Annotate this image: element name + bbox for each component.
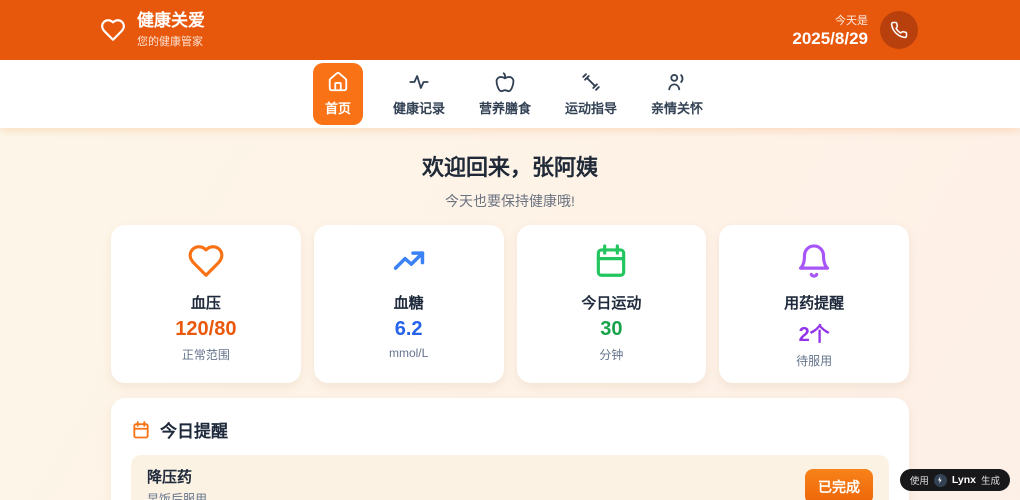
header-right: 今天是 2025/8/29	[792, 11, 918, 49]
main-nav: 首页 健康记录 营养膳食 运动指导 亲情关怀	[0, 60, 1020, 128]
calendar-icon	[597, 244, 626, 277]
brand-text: 健康关爱 您的健康管家	[137, 11, 205, 49]
tab-label: 健康记录	[392, 101, 445, 116]
app-title: 健康关爱	[137, 10, 205, 30]
stat-unit: 正常范围	[181, 348, 230, 362]
badge-brand: Lynx	[951, 474, 976, 486]
app-header: 健康关爱 您的健康管家 今天是 2025/8/29	[0, 0, 1020, 60]
stat-title: 血压	[190, 295, 221, 312]
badge-suffix: 生成	[980, 476, 1000, 487]
main-content: 欢迎回来，张阿姨 今天也要保持健康哦! 血压 120/80 正常范围 血糖 6.…	[0, 128, 1020, 500]
date-value: 2025/8/29	[792, 28, 868, 48]
heart-logo-icon	[101, 19, 125, 41]
bell-icon	[799, 244, 830, 278]
stat-cards: 血压 120/80 正常范围 血糖 6.2 mmol/L 今日运动 30 分钟 …	[111, 225, 909, 383]
stat-value: 6.2	[394, 318, 423, 340]
date-box: 今天是 2025/8/29	[792, 12, 868, 49]
phone-call-button[interactable]	[880, 11, 918, 49]
tab-family-care[interactable]: 亲情关怀	[647, 65, 707, 123]
card-blood-sugar[interactable]: 血糖 6.2 mmol/L	[313, 225, 504, 383]
phone-icon	[890, 21, 908, 39]
reminders-title: 今日提醒	[160, 422, 228, 441]
lynx-generated-badge[interactable]: 使用 Lynx 生成	[899, 469, 1010, 491]
apple-icon	[495, 72, 515, 93]
home-icon	[328, 71, 348, 92]
tab-exercise[interactable]: 运动指导	[561, 65, 621, 123]
stat-value: 30	[600, 318, 623, 340]
date-label: 今天是	[835, 14, 868, 27]
reminder-name: 降压药	[147, 469, 193, 486]
stat-value: 120/80	[175, 318, 237, 340]
tab-health-records[interactable]: 健康记录	[389, 65, 449, 123]
app-subtitle: 您的健康管家	[137, 36, 203, 49]
tab-nutrition[interactable]: 营养膳食	[475, 65, 535, 123]
stat-unit: 分钟	[599, 348, 624, 362]
heart-icon	[188, 245, 224, 277]
badge-prefix: 使用	[909, 476, 929, 487]
dumbbell-icon	[582, 73, 600, 91]
tab-label: 运动指导	[565, 101, 618, 116]
reminder-note: 早饭后服用	[147, 492, 208, 500]
health-app-page: 健康关爱 您的健康管家 今天是 2025/8/29 首页 健康记录 营养膳食 运…	[0, 0, 1020, 500]
stat-value: 2个	[798, 324, 830, 346]
stat-unit: 待服用	[796, 354, 833, 368]
users-icon	[668, 74, 684, 91]
tab-label: 首页	[324, 101, 351, 116]
welcome-title: 欢迎回来，张阿姨	[421, 155, 598, 180]
activity-icon	[409, 75, 429, 89]
stat-title: 血糖	[393, 295, 424, 312]
reminder-done-button[interactable]: 已完成	[805, 469, 873, 500]
card-exercise-today[interactable]: 今日运动 30 分钟	[516, 225, 707, 383]
app-brand: 健康关爱 您的健康管家	[100, 11, 205, 49]
tab-label: 亲情关怀	[651, 101, 704, 116]
card-medication-reminder[interactable]: 用药提醒 2个 待服用	[719, 225, 909, 383]
stat-title: 今日运动	[581, 295, 642, 312]
tab-home[interactable]: 首页	[312, 63, 363, 125]
welcome-subtitle: 今天也要保持健康哦!	[445, 193, 575, 209]
reminder-info: 降压药 早饭后服用	[147, 466, 207, 500]
card-blood-pressure[interactable]: 血压 120/80 正常范围	[111, 225, 301, 383]
stat-title: 用药提醒	[784, 295, 845, 312]
tab-label: 营养膳食	[478, 101, 531, 116]
stat-unit: mmol/L	[388, 346, 429, 360]
trending-up-icon	[393, 251, 424, 270]
lynx-logo-icon	[933, 473, 947, 487]
reminder-row: 降压药 早饭后服用 已完成	[131, 455, 889, 500]
reminders-panel: 今日提醒 降压药 早饭后服用 已完成	[111, 398, 909, 500]
calendar-icon	[133, 420, 149, 438]
reminders-header: 今日提醒	[131, 417, 889, 442]
